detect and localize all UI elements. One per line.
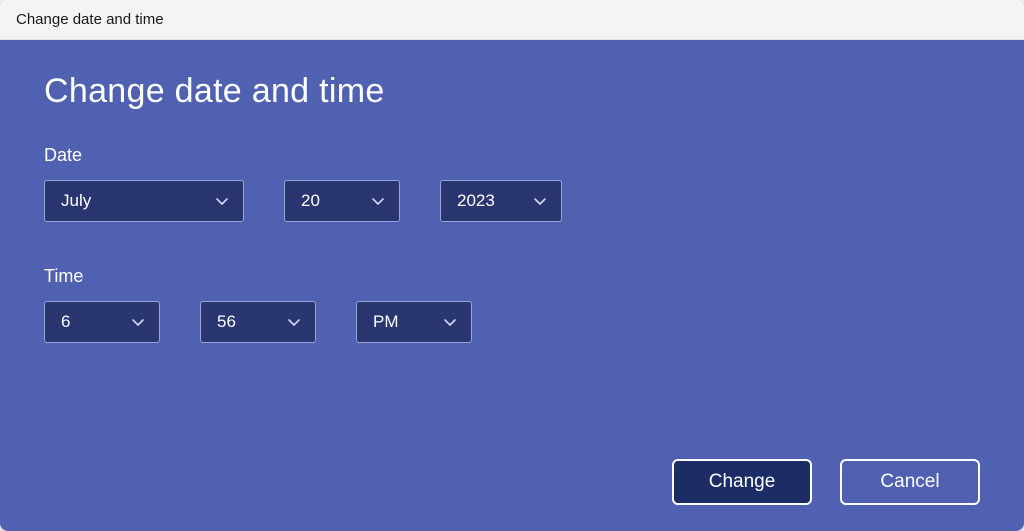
date-section: Date July 20 2023 [44,145,980,266]
cancel-button[interactable]: Cancel [840,459,980,505]
month-value: July [61,191,91,211]
change-button[interactable]: Change [672,459,812,505]
chevron-down-icon [443,315,457,329]
minute-value: 56 [217,312,236,332]
chevron-down-icon [131,315,145,329]
chevron-down-icon [287,315,301,329]
window-title: Change date and time [16,11,164,28]
chevron-down-icon [215,194,229,208]
hour-dropdown[interactable]: 6 [44,301,160,343]
chevron-down-icon [533,194,547,208]
date-row: July 20 2023 [44,180,980,222]
dialog-content: Change date and time Date July 20 20 [0,40,1024,531]
cancel-button-label: Cancel [880,471,939,493]
chevron-down-icon [371,194,385,208]
page-title: Change date and time [44,72,980,111]
time-row: 6 56 PM [44,301,980,343]
change-button-label: Change [709,471,776,493]
year-dropdown[interactable]: 2023 [440,180,562,222]
date-label: Date [44,145,980,166]
titlebar: Change date and time [0,0,1024,40]
ampm-value: PM [373,312,399,332]
day-value: 20 [301,191,320,211]
hour-value: 6 [61,312,70,332]
dialog-window: Change date and time Change date and tim… [0,0,1024,531]
dialog-footer: Change Cancel [44,459,980,505]
time-label: Time [44,266,980,287]
time-section: Time 6 56 PM [44,266,980,387]
minute-dropdown[interactable]: 56 [200,301,316,343]
day-dropdown[interactable]: 20 [284,180,400,222]
year-value: 2023 [457,191,495,211]
ampm-dropdown[interactable]: PM [356,301,472,343]
month-dropdown[interactable]: July [44,180,244,222]
